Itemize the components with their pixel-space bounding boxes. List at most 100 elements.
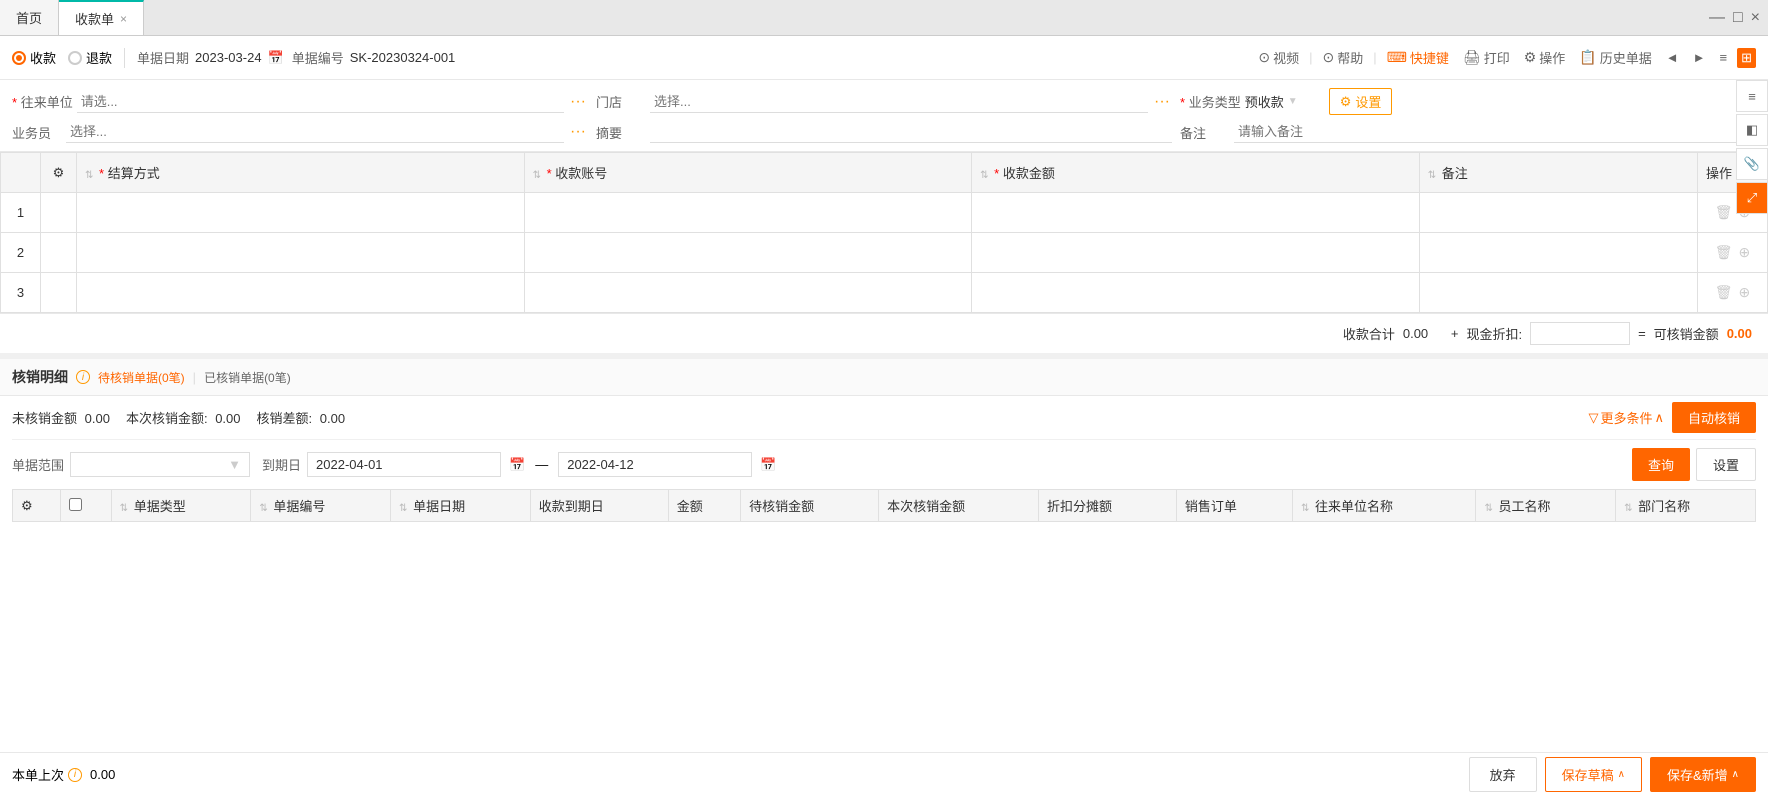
diff-label: 核销差额: xyxy=(257,411,313,426)
abandon-btn[interactable]: 放弃 xyxy=(1469,757,1537,792)
sidebar-icon-2-glyph: ◧ xyxy=(1746,122,1758,138)
sidebar-icon-1[interactable]: ≡ xyxy=(1736,80,1768,112)
calendar-icon-to[interactable]: 📅 xyxy=(760,457,776,473)
operation-icon: ⚙ xyxy=(1524,49,1537,66)
history-btn[interactable]: 📋 历史单据 xyxy=(1575,46,1655,69)
row-1-delete-icon[interactable]: 🗑 xyxy=(1715,204,1733,221)
calendar-icon-from[interactable]: 📅 xyxy=(509,457,525,473)
row-1-settlement[interactable] xyxy=(77,193,525,233)
video-btn[interactable]: ⊙ 视频 xyxy=(1254,46,1303,69)
col-num-header xyxy=(1,153,41,193)
salesperson-input[interactable] xyxy=(66,121,564,143)
store-input[interactable] xyxy=(650,91,1148,113)
due-date-to[interactable] xyxy=(558,452,752,477)
row-3-action: 🗑 ⊕ xyxy=(1698,273,1768,313)
footer-right: 放弃 保存草稿 ∧ 保存&新增 ∧ xyxy=(1469,757,1756,792)
salesperson-ellipsis[interactable]: ··· xyxy=(568,123,588,141)
col-amount-header: ⇅ * 收款金额 xyxy=(972,153,1420,193)
summary-label: 摘要 xyxy=(596,123,646,142)
store-ellipsis[interactable]: ··· xyxy=(1152,93,1172,111)
sidebar-icon-4-glyph: ⤢ xyxy=(1747,190,1757,206)
radio-refund[interactable]: 退款 xyxy=(68,48,112,67)
sort-icon-settlement: ⇅ xyxy=(85,170,93,181)
operation-btn[interactable]: ⚙ 操作 xyxy=(1520,46,1570,69)
settings-button[interactable]: ⚙ 设置 xyxy=(1329,88,1393,115)
lower-col-checkbox xyxy=(61,490,111,522)
row-1-account[interactable] xyxy=(524,193,972,233)
sidebar-icon-3[interactable]: 📎 xyxy=(1736,148,1768,180)
video-icon: ⊙ xyxy=(1258,49,1270,66)
row-2-remark[interactable] xyxy=(1419,233,1697,273)
layout-list-btn[interactable]: ≡ xyxy=(1716,48,1732,67)
remark-input[interactable] xyxy=(1234,121,1756,143)
lower-col-settings[interactable]: ⚙ xyxy=(13,490,61,522)
verification-info-icon[interactable]: i xyxy=(76,370,90,384)
radio-refund-dot xyxy=(68,51,82,65)
row-3-delete-icon[interactable]: 🗑 xyxy=(1715,284,1733,301)
row-2-amount[interactable] xyxy=(972,233,1420,273)
tab-separator: | xyxy=(193,370,196,385)
window-close-btn[interactable]: × xyxy=(1751,9,1760,27)
layout-grid-btn[interactable]: ⊞ xyxy=(1737,48,1756,68)
row-3-settlement[interactable] xyxy=(77,273,525,313)
save-draft-label: 保存草稿 xyxy=(1562,765,1614,784)
discount-input[interactable] xyxy=(1530,322,1630,345)
row-1-remark[interactable] xyxy=(1419,193,1697,233)
window-minimize-btn[interactable]: — xyxy=(1709,9,1725,27)
tab-close-icon[interactable]: × xyxy=(120,12,127,26)
filter-icon: ▽ xyxy=(1588,410,1598,426)
next-btn[interactable]: ► xyxy=(1689,48,1710,67)
save-draft-btn[interactable]: 保存草稿 ∧ xyxy=(1545,757,1642,792)
table-settings-icon[interactable]: ⚙ xyxy=(53,165,65,181)
shortcut-btn[interactable]: ⌨ 快捷键 xyxy=(1383,46,1453,69)
sidebar-icon-2[interactable]: ◧ xyxy=(1736,114,1768,146)
tab-home[interactable]: 首页 xyxy=(0,0,59,35)
due-date-from[interactable] xyxy=(307,452,501,477)
more-conditions-btn[interactable]: ▽ 更多条件 ∧ xyxy=(1588,408,1664,427)
lower-col-dept-header: ⇅ 部门名称 xyxy=(1616,490,1756,522)
row-2-account[interactable] xyxy=(524,233,972,273)
window-restore-btn[interactable]: □ xyxy=(1733,9,1743,27)
row-3-copy-icon[interactable]: ⊕ xyxy=(1739,284,1751,301)
tab-receipt[interactable]: 收款单 × xyxy=(59,0,144,35)
counterpart-input[interactable] xyxy=(77,91,564,113)
lower-col-employee-header: ⇅ 员工名称 xyxy=(1476,490,1616,522)
sort-icon-remark: ⇅ xyxy=(1428,170,1436,181)
this-order-label: 本单上次 xyxy=(12,765,64,784)
business-type-chevron: ▼ xyxy=(1288,96,1298,107)
row-2-delete-icon[interactable]: 🗑 xyxy=(1715,244,1733,261)
counterpart-label: * 往来单位 xyxy=(12,92,73,111)
verification-title: 核销明细 xyxy=(12,367,68,387)
row-3-remark[interactable] xyxy=(1419,273,1697,313)
counterpart-ellipsis[interactable]: ··· xyxy=(568,93,588,111)
prev-btn[interactable]: ◄ xyxy=(1662,48,1683,67)
prev-icon: ◄ xyxy=(1666,50,1679,65)
help-btn[interactable]: ⊙ 帮助 xyxy=(1319,46,1368,69)
lower-col-checkbox-input[interactable] xyxy=(69,498,82,511)
auto-verify-btn[interactable]: 自动核销 xyxy=(1672,402,1756,433)
toolbar-divider xyxy=(124,48,125,68)
query-btn[interactable]: 查询 xyxy=(1632,448,1690,481)
range-select-chevron: ▼ xyxy=(228,457,241,472)
calendar-icon[interactable]: 📅 xyxy=(268,50,284,66)
row-3-amount[interactable] xyxy=(972,273,1420,313)
radio-receipt[interactable]: 收款 xyxy=(12,48,56,67)
row-2-settlement[interactable] xyxy=(77,233,525,273)
row-3-account[interactable] xyxy=(524,273,972,313)
row-2-copy-icon[interactable]: ⊕ xyxy=(1739,244,1751,261)
summary-input[interactable] xyxy=(650,121,1172,143)
sidebar-icon-4[interactable]: ⤢ xyxy=(1736,182,1768,214)
print-btn[interactable]: 🖨 打印 xyxy=(1459,46,1514,69)
range-select[interactable]: ▼ xyxy=(70,452,250,477)
col-account-header: ⇅ * 收款账号 xyxy=(524,153,972,193)
row-1-amount[interactable] xyxy=(972,193,1420,233)
save-new-btn[interactable]: 保存&新增 ∧ xyxy=(1650,757,1756,792)
verification-area: 未核销金额 0.00 本次核销金额: 0.00 核销差额: 0.00 ▽ 更多条… xyxy=(0,396,1768,522)
pending-tab[interactable]: 待核销单据(0笔) xyxy=(98,369,185,386)
footer: 本单上次 i 0.00 放弃 保存草稿 ∧ 保存&新增 ∧ xyxy=(0,752,1768,796)
business-type-select[interactable]: 预收款 ▼ xyxy=(1245,92,1325,111)
verif-settings-btn[interactable]: 设置 xyxy=(1696,448,1756,481)
done-tab[interactable]: 已核销单据(0笔) xyxy=(204,369,291,386)
gear-icon: ⚙ xyxy=(1340,94,1352,110)
footer-info-icon[interactable]: i xyxy=(68,768,82,782)
